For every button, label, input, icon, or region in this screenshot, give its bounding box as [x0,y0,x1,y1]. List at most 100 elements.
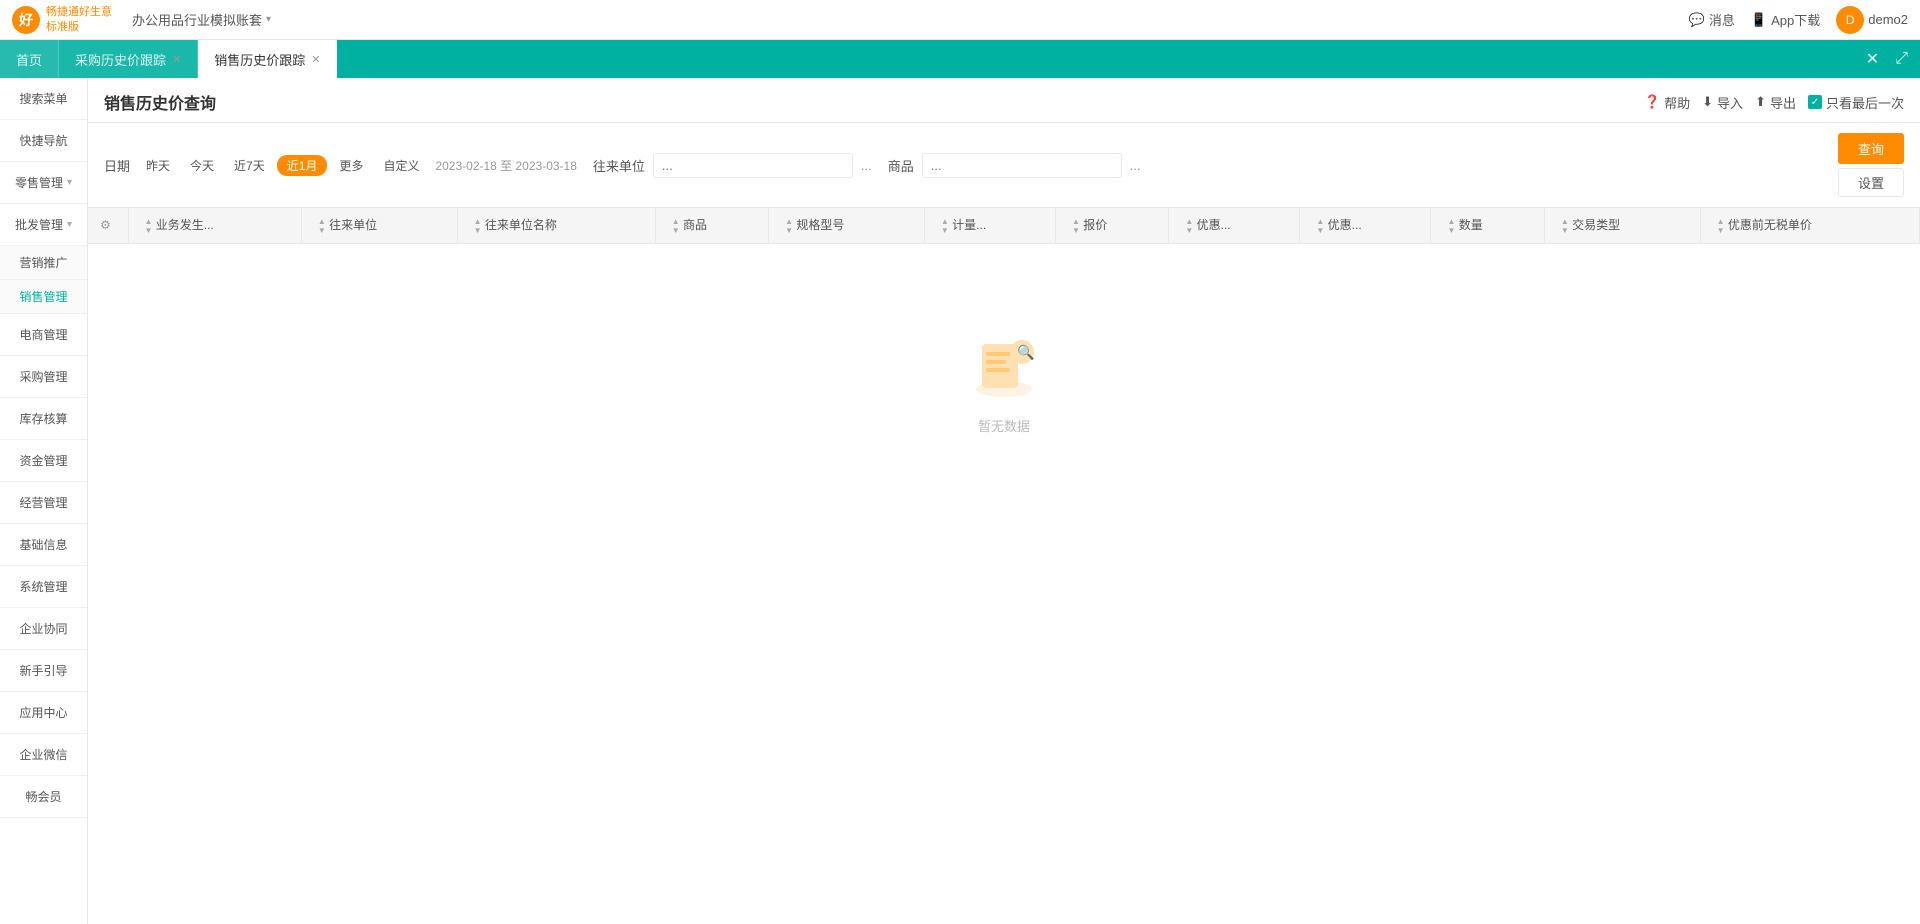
logo-icon: 好 [12,6,40,34]
sidebar-item-marketing[interactable]: 营销推广 [0,246,87,280]
tab-home[interactable]: 首页 [0,40,59,78]
sidebar-item-inventory[interactable]: 库存核算 [0,398,87,440]
sidebar-item-wechat[interactable]: 企业微信 [0,734,87,776]
only-last-checkbox-label[interactable]: ✓ 只看最后一次 [1808,93,1904,112]
page-header-actions: ❓ 帮助 ⬇ 导入 ⬆ 导出 ✓ 只看最后一次 [1644,93,1904,112]
th-spec[interactable]: ▲▼ 规格型号 [769,208,925,243]
th-discount2[interactable]: ▲▼ 优惠... [1300,208,1431,243]
app-title-area[interactable]: 办公用品行业模拟账套 ▾ [132,10,271,29]
empty-state: 🔍 暂无数据 [88,244,1920,515]
date-today[interactable]: 今天 [182,155,222,176]
tab-sales-close[interactable]: ✕ [311,53,320,66]
sort-partner-name: ▲▼ [474,217,482,235]
sort-discount1: ▲▼ [1185,217,1193,235]
sidebar-item-basic[interactable]: 基础信息 [0,524,87,566]
close-all-icon[interactable]: ✕ [1862,45,1883,73]
tab-home-label: 首页 [16,50,42,69]
import-button[interactable]: ⬇ 导入 [1702,93,1743,112]
th-discount1[interactable]: ▲▼ 优惠... [1169,208,1300,243]
th-unit[interactable]: ▲▼ 计量... [924,208,1055,243]
sidebar-item-ecommerce[interactable]: 电商管理 [0,314,87,356]
date-7days[interactable]: 近7天 [226,155,273,176]
query-button[interactable]: 查询 [1838,133,1904,164]
tab-purchase-label: 采购历史价跟踪 [75,50,166,69]
sort-pretax-price: ▲▼ [1717,217,1725,235]
app-download-icon: 📱 [1751,12,1767,28]
th-quantity[interactable]: ▲▼ 数量 [1431,208,1544,243]
sidebar-search-label: 搜索菜单 [19,90,67,107]
th-partner-name[interactable]: ▲▼ 往来单位名称 [457,208,655,243]
date-1month[interactable]: 近1月 [277,155,328,176]
date-filter-group: 日期 昨天 今天 近7天 近1月 更多 自定义 2023-02-18 至 202… [104,155,577,176]
export-icon: ⬆ [1755,94,1766,110]
sidebar-purchase-label: 采购管理 [19,368,67,385]
th-trade-type[interactable]: ▲▼ 交易类型 [1544,208,1700,243]
th-biz-date[interactable]: ▲▼ 业务发生... [128,208,301,243]
sidebar-item-finance[interactable]: 资金管理 [0,440,87,482]
date-yesterday[interactable]: 昨天 [138,155,178,176]
sort-quantity: ▲▼ [1447,217,1455,235]
empty-icon: 🔍 [964,324,1044,404]
goods-dots: ... [1130,158,1141,173]
message-action[interactable]: 💬 消息 [1689,10,1735,29]
tab-purchase-close[interactable]: ✕ [172,53,181,66]
sidebar-app-center-label: 应用中心 [19,704,67,721]
th-goods[interactable]: ▲▼ 商品 [655,208,768,243]
date-more[interactable]: 更多 [331,155,371,176]
sidebar: 搜索菜单 快捷导航 零售管理 ▾ 批发管理 ▴ 营销推广 销售管理 电商管理 采… [0,78,88,924]
filter-actions: 查询 设置 [1838,133,1904,197]
sidebar-item-purchase[interactable]: 采购管理 [0,356,87,398]
tab-sales[interactable]: 销售历史价跟踪 ✕ [198,40,337,78]
page-header: 销售历史价查询 ❓ 帮助 ⬇ 导入 ⬆ 导出 ✓ [88,78,1920,123]
help-button[interactable]: ❓ 帮助 [1644,93,1690,112]
sidebar-item-guide[interactable]: 新手引导 [0,650,87,692]
sidebar-guide-label: 新手引导 [19,662,67,679]
content-area: 销售历史价查询 ❓ 帮助 ⬇ 导入 ⬆ 导出 ✓ [88,78,1920,924]
sidebar-system-label: 系统管理 [19,578,67,595]
sidebar-item-shortcut[interactable]: 快捷导航 [0,120,87,162]
app-download-action[interactable]: 📱 App下载 [1751,10,1820,29]
th-partner-code[interactable]: ▲▼ 往来单位 [301,208,457,243]
sidebar-item-system[interactable]: 系统管理 [0,566,87,608]
tab-purchase[interactable]: 采购历史价跟踪 ✕ [59,40,198,78]
settings-button[interactable]: 设置 [1838,168,1904,197]
sidebar-retail-label: 零售管理 [15,174,63,191]
tab-bar-actions: ✕ ⤢ [1862,45,1920,73]
sidebar-item-operations[interactable]: 经营管理 [0,482,87,524]
only-last-checkbox[interactable]: ✓ [1808,95,1822,109]
sidebar-sales-mgmt-label: 销售管理 [19,290,67,304]
sidebar-item-app-center[interactable]: 应用中心 [0,692,87,734]
sidebar-item-wholesale[interactable]: 批发管理 ▴ [0,204,87,246]
export-label: 导出 [1770,93,1796,112]
page-title: 销售历史价查询 [104,90,216,114]
sidebar-item-retail[interactable]: 零售管理 ▾ [0,162,87,204]
date-custom[interactable]: 自定义 [375,155,427,176]
wholesale-arrow-icon: ▴ [67,219,72,230]
help-icon: ❓ [1644,94,1660,110]
export-button[interactable]: ⬆ 导出 [1755,93,1796,112]
sidebar-wholesale-label: 批发管理 [15,216,63,233]
sidebar-item-sales-mgmt[interactable]: 销售管理 [0,280,87,314]
page-container: 销售历史价查询 ❓ 帮助 ⬇ 导入 ⬆ 导出 ✓ [88,78,1920,924]
app-download-label: App下载 [1771,10,1820,29]
logo-text: 畅捷通好生意 标准版 [46,5,112,34]
user-area[interactable]: D demo2 [1836,6,1908,34]
import-icon: ⬇ [1702,94,1713,110]
sort-spec: ▲▼ [785,217,793,235]
tab-sales-label: 销售历史价跟踪 [214,50,305,69]
top-header: 好 畅捷通好生意 标准版 办公用品行业模拟账套 ▾ 💬 消息 📱 App下载 D… [0,0,1920,40]
partner-input[interactable] [653,153,853,178]
sidebar-item-member[interactable]: 畅会员 [0,776,87,818]
user-name: demo2 [1868,12,1908,27]
goods-input[interactable] [922,153,1122,178]
sidebar-finance-label: 资金管理 [19,452,67,469]
sort-discount2: ▲▼ [1316,217,1324,235]
data-table: ⚙ ▲▼ 业务发生... ▲▼ 往来单位 ▲▼ 往来单位名 [88,208,1920,244]
th-quote[interactable]: ▲▼ 报价 [1055,208,1168,243]
sidebar-item-search[interactable]: 搜索菜单 [0,78,87,120]
maximize-icon[interactable]: ⤢ [1891,46,1912,72]
th-pretax-price[interactable]: ▲▼ 优惠前无税单价 [1700,208,1919,243]
th-settings[interactable]: ⚙ [88,208,128,243]
header-left: 好 畅捷通好生意 标准版 办公用品行业模拟账套 ▾ [12,5,271,34]
sidebar-item-enterprise[interactable]: 企业协同 [0,608,87,650]
